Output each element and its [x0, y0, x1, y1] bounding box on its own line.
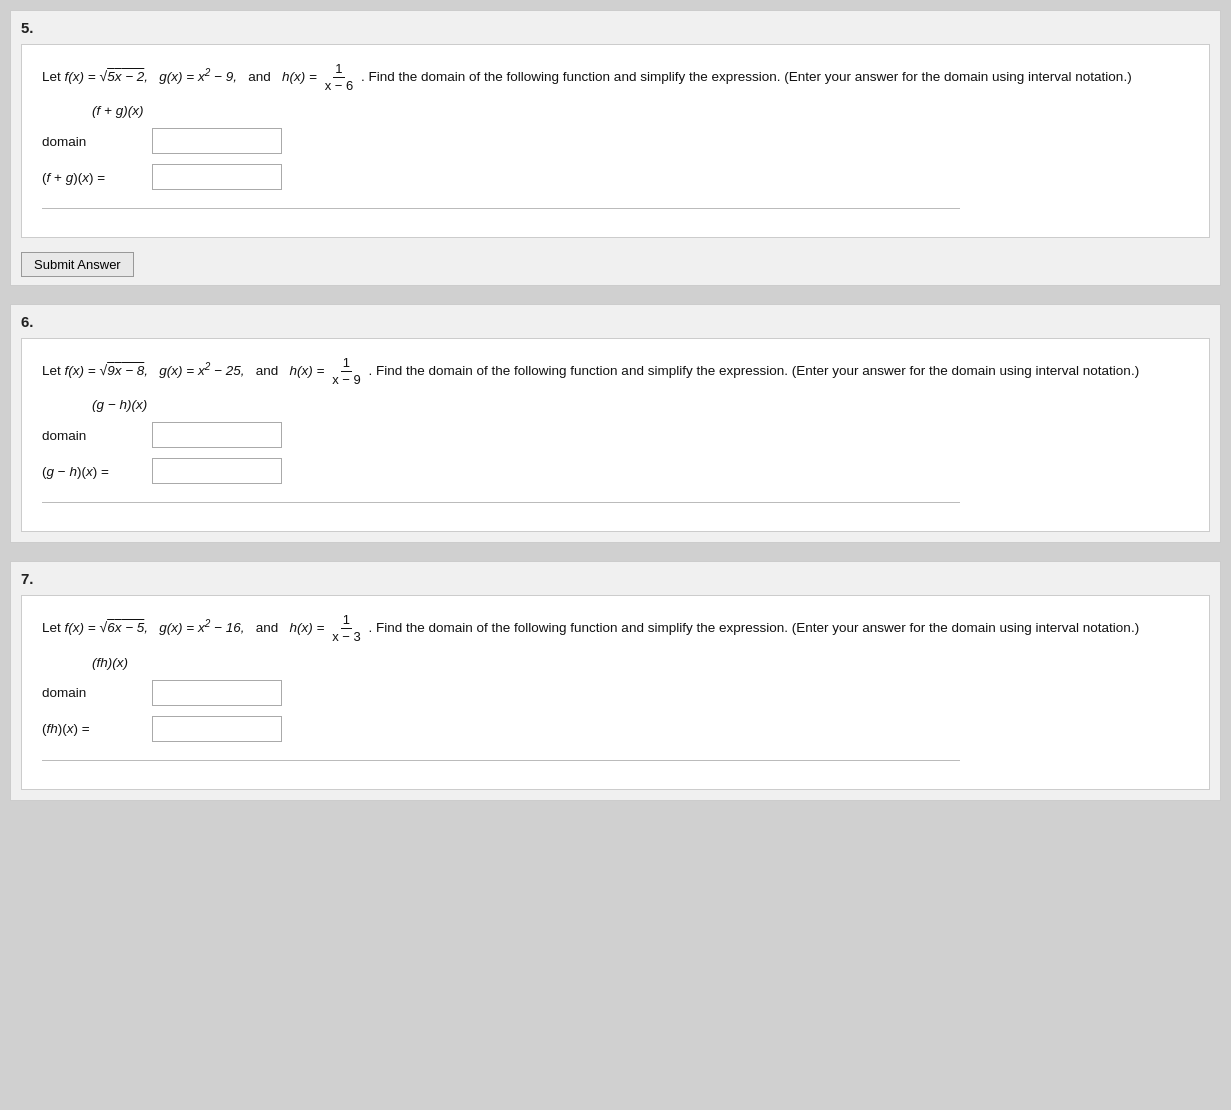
problem-6: 6. Let f(x) = √9x − 8, g(x) = x2 − 25, a… [10, 304, 1221, 543]
problem-6-domain-label: domain [42, 428, 152, 443]
problem-7-result-label: (fh)(x) = [42, 721, 152, 736]
problem-6-number: 6. [11, 305, 1220, 338]
problem-5-text: Let f(x) = √5x − 2, g(x) = x2 − 9, and h… [42, 61, 1189, 93]
problem-6-h-numer: 1 [341, 355, 352, 372]
problem-6-f: f(x) = √9x − 8, [65, 363, 149, 378]
problem-5-number: 5. [11, 11, 1220, 44]
problem-7-result-row: (fh)(x) = [42, 716, 1189, 742]
problem-7-divider [42, 760, 960, 761]
problem-5-domain-input[interactable] [152, 128, 282, 154]
problem-7: 7. Let f(x) = √6x − 5, g(x) = x2 − 16, a… [10, 561, 1221, 800]
problem-5-g: g(x) = x2 − 9, [159, 69, 237, 84]
problem-6-result-row: (g − h)(x) = [42, 458, 1189, 484]
problem-7-intro: Let [42, 620, 65, 635]
problem-5-f: f(x) = √5x − 2, [65, 69, 149, 84]
problem-5-result-label: (f + g)(x) = [42, 170, 152, 185]
problem-5: 5. Let f(x) = √5x − 2, g(x) = x2 − 9, an… [10, 10, 1221, 286]
problem-5-domain-label: domain [42, 134, 152, 149]
problem-6-intro: Let [42, 363, 65, 378]
problem-7-f: f(x) = √6x − 5, [65, 620, 149, 635]
problem-6-h-label: h(x) = [289, 363, 324, 378]
problem-7-result-input[interactable] [152, 716, 282, 742]
problem-5-h-numer: 1 [333, 61, 344, 78]
problem-7-domain-row: domain [42, 680, 1189, 706]
problem-7-domain-label: domain [42, 685, 152, 700]
problem-6-result-label: (g − h)(x) = [42, 464, 152, 479]
problem-7-domain-input[interactable] [152, 680, 282, 706]
problem-5-h-fraction: 1 x − 6 [323, 61, 356, 93]
problem-6-divider [42, 502, 960, 503]
problem-6-domain-row: domain [42, 422, 1189, 448]
problem-5-instruction: . Find the domain of the following funct… [361, 69, 1132, 84]
problem-5-domain-row: domain [42, 128, 1189, 154]
problem-5-intro: Let [42, 69, 65, 84]
problem-7-h-fraction: 1 x − 3 [330, 612, 363, 644]
problem-5-submit-button[interactable]: Submit Answer [21, 252, 134, 277]
problem-5-h-label: h(x) = [282, 69, 317, 84]
problem-5-result-row: (f + g)(x) = [42, 164, 1189, 190]
problem-6-g: g(x) = x2 − 25, [159, 363, 244, 378]
problem-7-h-label: h(x) = [289, 620, 324, 635]
problem-6-domain-input[interactable] [152, 422, 282, 448]
problem-5-box: Let f(x) = √5x − 2, g(x) = x2 − 9, and h… [21, 44, 1210, 238]
problem-7-number: 7. [11, 562, 1220, 595]
problem-7-g: g(x) = x2 − 16, [159, 620, 244, 635]
problem-6-box: Let f(x) = √9x − 8, g(x) = x2 − 25, and … [21, 338, 1210, 532]
problem-6-h-denom: x − 9 [330, 372, 363, 388]
problem-7-text: Let f(x) = √6x − 5, g(x) = x2 − 16, and … [42, 612, 1189, 644]
problem-6-result-input[interactable] [152, 458, 282, 484]
problem-5-operation: (f + g)(x) [92, 103, 1189, 118]
problem-5-divider [42, 208, 960, 209]
problem-7-h-denom: x − 3 [330, 629, 363, 645]
problem-6-h-fraction: 1 x − 9 [330, 355, 363, 387]
problem-6-operation: (g − h)(x) [92, 397, 1189, 412]
problem-5-h-denom: x − 6 [323, 78, 356, 94]
problem-6-instruction: . Find the domain of the following funct… [368, 363, 1139, 378]
problem-7-h-numer: 1 [341, 612, 352, 629]
problem-7-instruction: . Find the domain of the following funct… [368, 620, 1139, 635]
problem-5-result-input[interactable] [152, 164, 282, 190]
problem-7-box: Let f(x) = √6x − 5, g(x) = x2 − 16, and … [21, 595, 1210, 789]
problem-7-operation: (fh)(x) [92, 655, 1189, 670]
problem-6-text: Let f(x) = √9x − 8, g(x) = x2 − 25, and … [42, 355, 1189, 387]
